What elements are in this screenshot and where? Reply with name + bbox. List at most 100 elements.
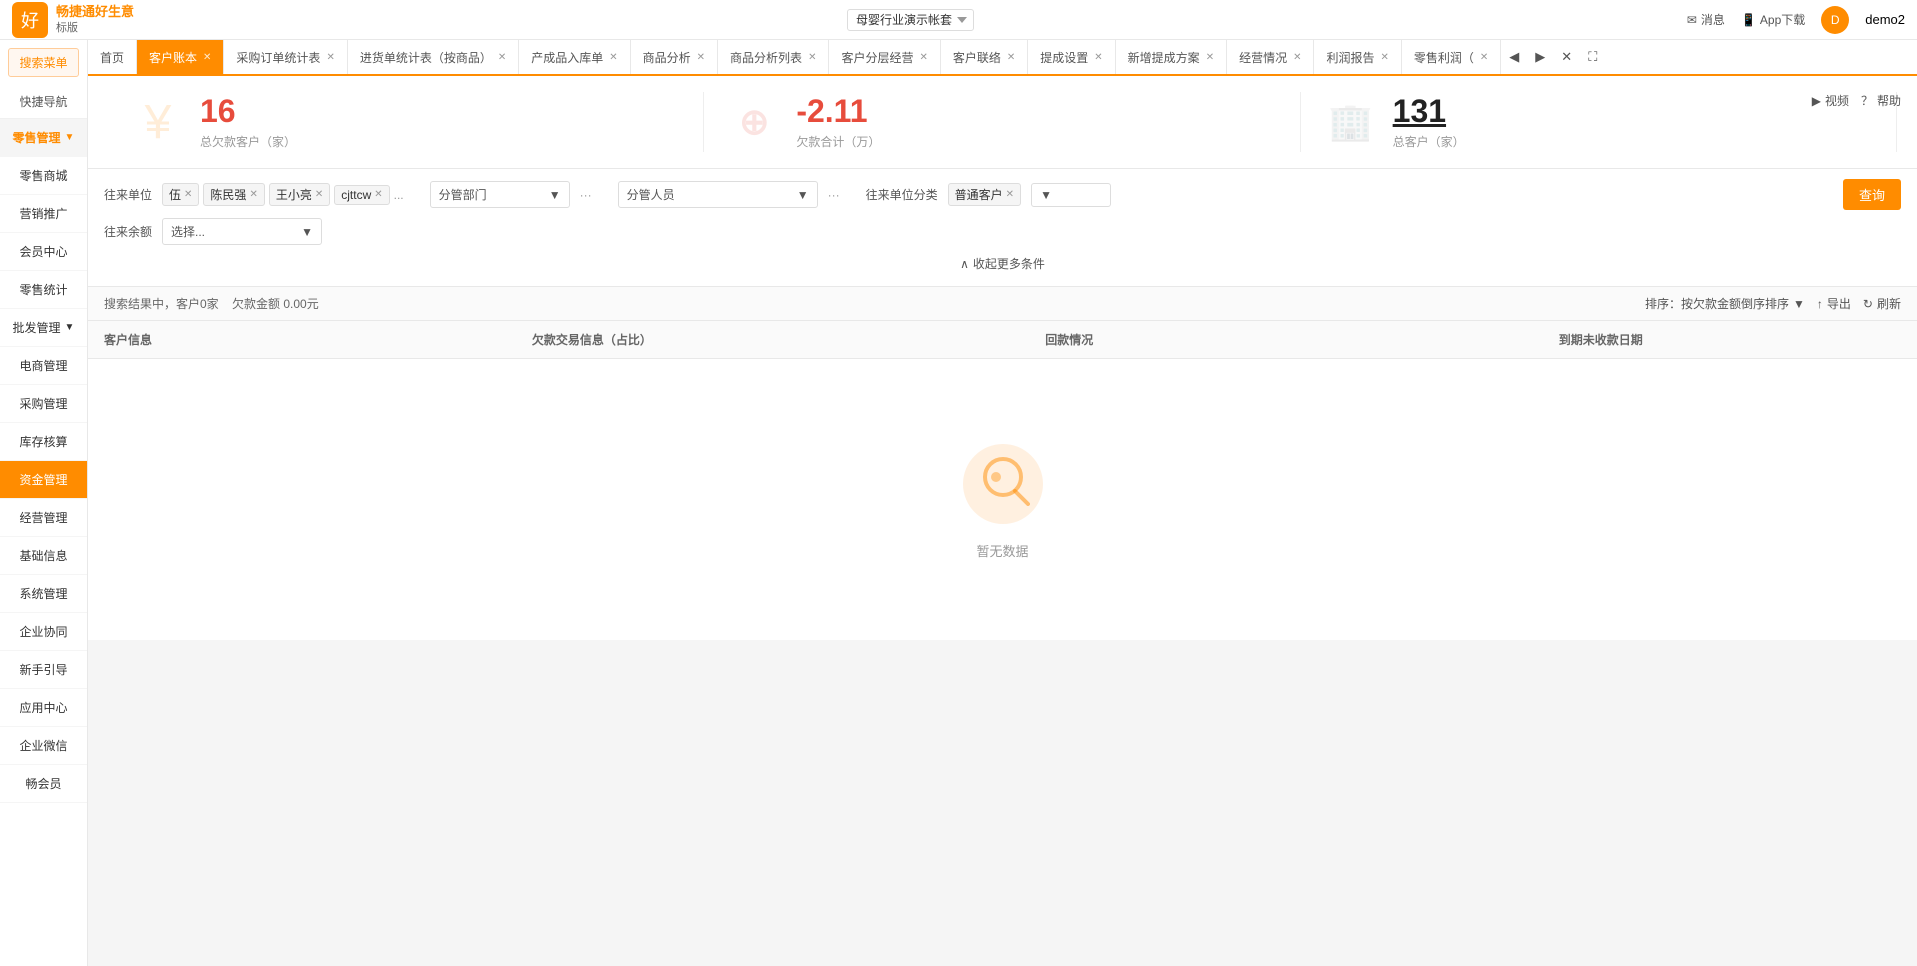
tab-product-inbound[interactable]: 产成品入库单 ✕ bbox=[519, 40, 630, 75]
main-layout: 搜索菜单 快捷导航 零售管理 ▼ 零售商城 营销推广 会员中心 零售统计 批发管… bbox=[0, 40, 1917, 966]
tab-profit-report[interactable]: 利润报告 ✕ bbox=[1314, 40, 1401, 75]
tab-add-commission-close[interactable]: ✕ bbox=[1206, 52, 1214, 63]
tab-purchase-order-close[interactable]: ✕ bbox=[326, 52, 334, 63]
refresh-button[interactable]: ↻ 刷新 bbox=[1863, 295, 1901, 312]
sidebar-item-member[interactable]: 会员中心 bbox=[0, 233, 87, 271]
stat-values-debt: -2.11 欠款合计（万） bbox=[796, 94, 880, 150]
logo-area: 好 畅捷通好生意 标版 bbox=[12, 2, 134, 38]
tab-operation-status-close[interactable]: ✕ bbox=[1293, 52, 1301, 63]
tab-product-analysis-close[interactable]: ✕ bbox=[697, 52, 705, 63]
sidebar-item-chang-member[interactable]: 畅会员 bbox=[0, 765, 87, 803]
stat-number-customers2: 131 bbox=[1393, 94, 1465, 129]
collapse-label: 收起更多条件 bbox=[973, 255, 1045, 272]
tab-next-button[interactable]: ▶ bbox=[1527, 40, 1553, 75]
filter-tag-1-close[interactable]: ✕ bbox=[249, 189, 257, 200]
sidebar-item-marketing[interactable]: 营销推广 bbox=[0, 195, 87, 233]
col-header-repayment: 回款情况 bbox=[1045, 331, 1558, 348]
dept-select[interactable]: 分管部门 ▼ bbox=[430, 181, 570, 208]
balance-label: 往来余额 bbox=[104, 223, 152, 240]
sidebar-item-app-center[interactable]: 应用中心 bbox=[0, 689, 87, 727]
tab-purchase-stats-close[interactable]: ✕ bbox=[498, 52, 506, 63]
tab-product-analysis[interactable]: 商品分析 ✕ bbox=[631, 40, 718, 75]
tab-purchase-order[interactable]: 采购订单统计表 ✕ bbox=[224, 40, 347, 75]
video-button[interactable]: ▶ 视频 bbox=[1812, 92, 1849, 109]
app-download-button[interactable]: 📱 App下载 bbox=[1741, 11, 1805, 28]
avatar[interactable]: D bbox=[1821, 6, 1849, 34]
filter-tag-2-close[interactable]: ✕ bbox=[315, 189, 323, 200]
tab-prev-button[interactable]: ◀ bbox=[1501, 40, 1527, 75]
tab-commission-setting[interactable]: 提成设置 ✕ bbox=[1028, 40, 1115, 75]
tab-expand-button[interactable]: ⛶ bbox=[1580, 40, 1605, 75]
person-select-label: 分管人员 bbox=[627, 186, 675, 203]
app-download-label: App下载 bbox=[1760, 11, 1805, 28]
query-button[interactable]: 查询 bbox=[1843, 179, 1901, 210]
sidebar-item-retail-mall[interactable]: 零售商城 bbox=[0, 157, 87, 195]
tab-product-analysis-list[interactable]: 商品分析列表 ✕ bbox=[718, 40, 829, 75]
filter-row-2: 往来余额 选择... ▼ bbox=[104, 218, 1901, 245]
tab-add-commission[interactable]: 新增提成方案 ✕ bbox=[1116, 40, 1227, 75]
tab-customer-ledger-close[interactable]: ✕ bbox=[203, 52, 211, 63]
sidebar-item-guide[interactable]: 新手引导 bbox=[0, 651, 87, 689]
tab-customer-contact-close[interactable]: ✕ bbox=[1007, 52, 1015, 63]
tab-operation-status[interactable]: 经营情况 ✕ bbox=[1227, 40, 1314, 75]
sort-arrow-icon: ▼ bbox=[1793, 297, 1805, 311]
sidebar-item-system[interactable]: 系统管理 bbox=[0, 575, 87, 613]
tab-retail-profit[interactable]: 零售利润（ ✕ bbox=[1402, 40, 1501, 75]
person-more-button[interactable]: ··· bbox=[828, 188, 840, 202]
page-content: ¥ 16 总欠款客户（家） ⊕ -2.11 欠款合计（万） 🏢 bbox=[88, 76, 1917, 966]
help-button[interactable]: ？ 帮助 bbox=[1861, 92, 1901, 109]
sidebar-item-collab[interactable]: 企业协同 bbox=[0, 613, 87, 651]
dept-more-button[interactable]: ··· bbox=[580, 188, 592, 202]
tab-retail-profit-close[interactable]: ✕ bbox=[1480, 52, 1488, 63]
export-button[interactable]: ↑ 导出 bbox=[1817, 295, 1851, 312]
demo-select[interactable]: 母婴行业演示帐套 bbox=[847, 9, 974, 31]
logo-icon: 好 bbox=[12, 2, 48, 38]
sidebar-item-wechat[interactable]: 企业微信 bbox=[0, 727, 87, 765]
filter-tag-3-close[interactable]: ✕ bbox=[374, 189, 382, 200]
result-text: 搜索结果中，客户0家 bbox=[104, 297, 219, 311]
tab-home[interactable]: 首页 bbox=[88, 40, 137, 75]
result-summary: 搜索结果中，客户0家 欠款金额 0.00元 bbox=[104, 295, 319, 312]
tab-customer-contact[interactable]: 客户联络 ✕ bbox=[941, 40, 1028, 75]
stat-icon-debt: ⊕ bbox=[724, 92, 784, 152]
tab-commission-setting-close[interactable]: ✕ bbox=[1094, 52, 1102, 63]
col-header-debt: 欠款交易信息（占比） bbox=[532, 331, 1045, 348]
sidebar-item-basic[interactable]: 基础信息 bbox=[0, 537, 87, 575]
tab-home-label: 首页 bbox=[100, 49, 124, 66]
sidebar-item-purchase[interactable]: 采购管理 bbox=[0, 385, 87, 423]
tab-product-analysis-list-close[interactable]: ✕ bbox=[808, 52, 816, 63]
tab-close-all-button[interactable]: ✕ bbox=[1553, 40, 1580, 75]
collapse-button[interactable]: ∧ 收起更多条件 bbox=[956, 251, 1049, 276]
filter-tag-3-label: cjttcw bbox=[341, 188, 371, 202]
search-menu-button[interactable]: 搜索菜单 bbox=[8, 48, 79, 77]
balance-select[interactable]: 选择... ▼ bbox=[162, 218, 322, 245]
sidebar-item-wholesale[interactable]: 批发管理 ▼ bbox=[0, 309, 87, 347]
empty-illustration bbox=[958, 439, 1048, 529]
filter-tag-0-close[interactable]: ✕ bbox=[184, 189, 192, 200]
message-button[interactable]: ✉ 消息 bbox=[1687, 11, 1725, 28]
tab-customer-ledger[interactable]: 客户账本 ✕ bbox=[137, 40, 224, 75]
tab-profit-report-label: 利润报告 bbox=[1326, 49, 1374, 66]
data-table: 客户信息 欠款交易信息（占比） 回款情况 到期未收款日期 bbox=[88, 321, 1917, 640]
sidebar-item-ecommerce[interactable]: 电商管理 bbox=[0, 347, 87, 385]
quick-nav-button[interactable]: 快捷导航 bbox=[0, 85, 87, 119]
filter-tag-2-label: 王小亮 bbox=[276, 186, 312, 203]
filter-more-button[interactable]: ... bbox=[394, 188, 404, 202]
tab-customer-segment-close[interactable]: ✕ bbox=[919, 52, 927, 63]
unit-category-select[interactable]: ▼ bbox=[1031, 183, 1111, 207]
sidebar-item-operation[interactable]: 经营管理 bbox=[0, 499, 87, 537]
sort-select[interactable]: 排序：按欠款金额倒序排序 ▼ bbox=[1645, 295, 1805, 312]
tab-product-inbound-close[interactable]: ✕ bbox=[609, 52, 617, 63]
collapse-up-icon: ∧ bbox=[960, 257, 969, 271]
sidebar-item-inventory[interactable]: 库存核算 bbox=[0, 423, 87, 461]
sidebar-item-finance[interactable]: 资金管理 bbox=[0, 461, 87, 499]
filter-tag-unit-category-close[interactable]: ✕ bbox=[1006, 189, 1014, 200]
sidebar-item-retail-stats[interactable]: 零售统计 bbox=[0, 271, 87, 309]
tab-profit-report-close[interactable]: ✕ bbox=[1381, 52, 1389, 63]
tab-customer-segment[interactable]: 客户分层经营 ✕ bbox=[829, 40, 940, 75]
person-select[interactable]: 分管人员 ▼ bbox=[618, 181, 818, 208]
sidebar-item-retail[interactable]: 零售管理 ▼ bbox=[0, 119, 87, 157]
tab-purchase-stats[interactable]: 进货单统计表（按商品） ✕ bbox=[348, 40, 519, 75]
sidebar-item-system-label: 系统管理 bbox=[19, 587, 67, 601]
table-header: 客户信息 欠款交易信息（占比） 回款情况 到期未收款日期 bbox=[88, 321, 1917, 359]
